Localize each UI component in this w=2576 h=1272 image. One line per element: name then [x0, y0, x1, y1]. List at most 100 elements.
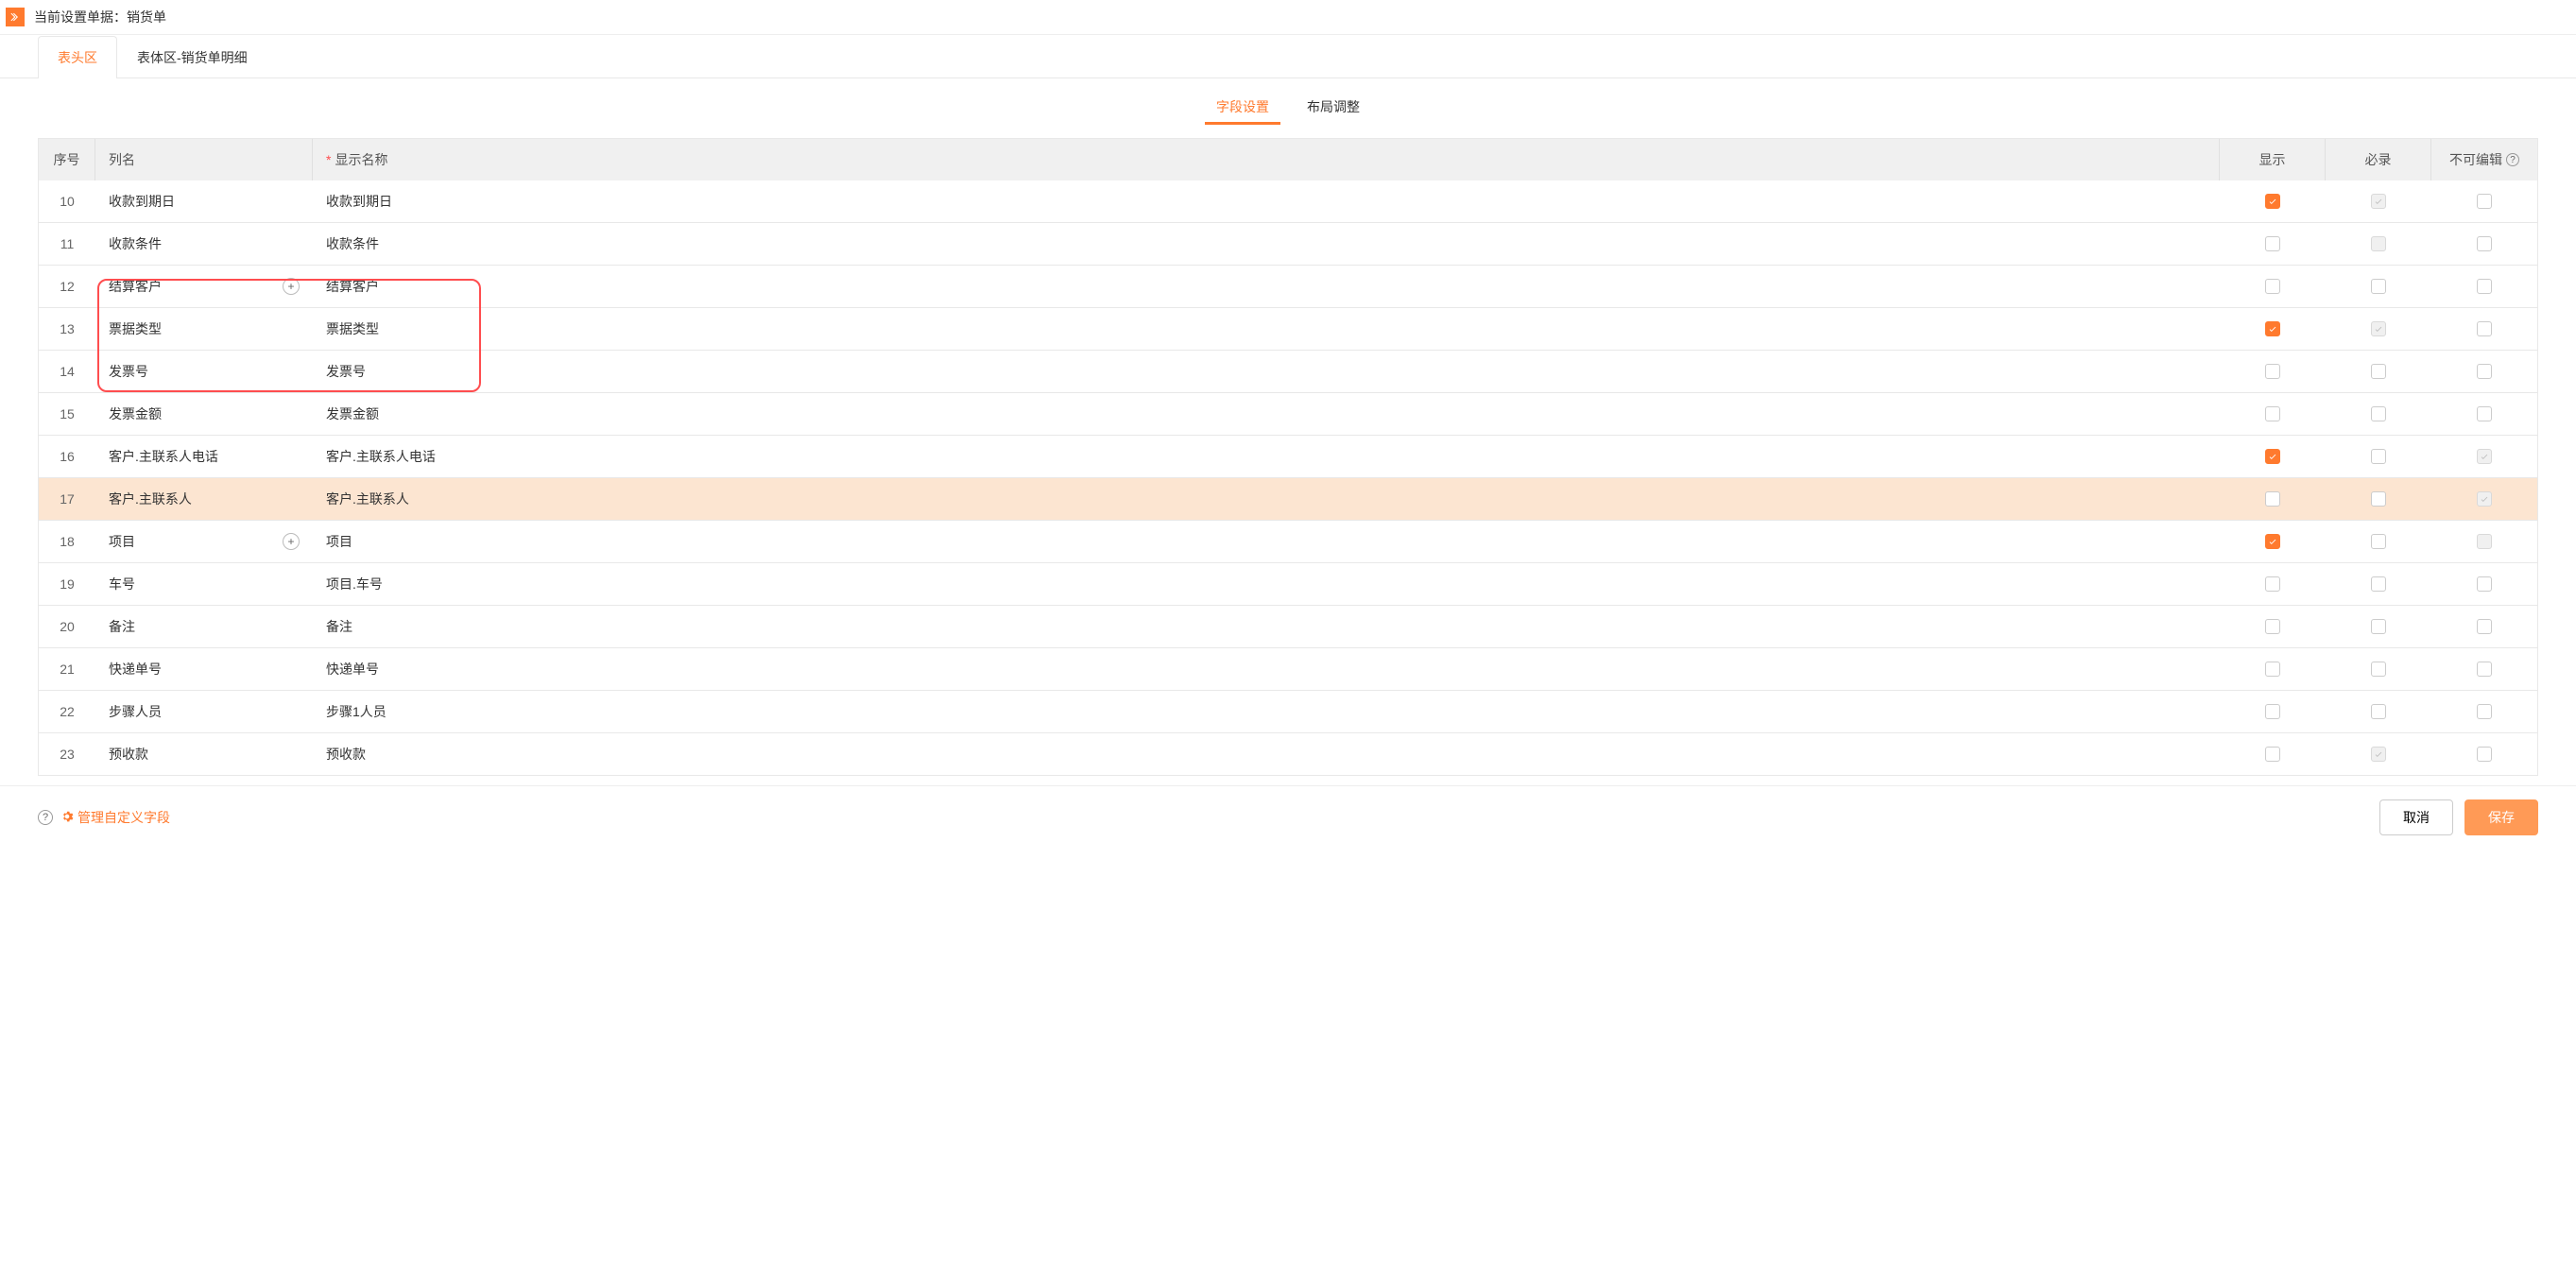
show-checkbox[interactable]	[2265, 321, 2280, 336]
row-required-cell	[2326, 351, 2431, 392]
row-displayname[interactable]: 客户.主联系人	[313, 478, 2220, 520]
row-displayname[interactable]: 备注	[313, 606, 2220, 647]
readonly-checkbox[interactable]	[2477, 236, 2492, 251]
required-checkbox	[2371, 194, 2386, 209]
row-displayname[interactable]: 项目.车号	[313, 563, 2220, 605]
row-displayname[interactable]: 发票金额	[313, 393, 2220, 435]
sub-tab-0[interactable]: 字段设置	[1205, 92, 1280, 125]
show-checkbox[interactable]	[2265, 662, 2280, 677]
row-colname-text: 步骤人员	[109, 702, 162, 721]
table-row[interactable]: 15发票金额发票金额	[39, 393, 2537, 436]
row-readonly-cell	[2431, 606, 2537, 647]
question-icon[interactable]: ?	[38, 810, 53, 825]
required-checkbox[interactable]	[2371, 279, 2386, 294]
row-displayname[interactable]: 收款条件	[313, 223, 2220, 265]
plus-icon[interactable]: +	[283, 533, 300, 550]
row-colname-text: 项目	[109, 532, 135, 551]
table-body: 10收款到期日收款到期日11收款条件收款条件12结算客户+结算客户13票据类型票…	[39, 180, 2537, 775]
readonly-checkbox[interactable]	[2477, 662, 2492, 677]
readonly-checkbox[interactable]	[2477, 406, 2492, 421]
readonly-checkbox[interactable]	[2477, 619, 2492, 634]
show-checkbox[interactable]	[2265, 449, 2280, 464]
header-readonly-label: 不可编辑	[2449, 150, 2502, 169]
header-displayname-label: 显示名称	[335, 152, 387, 167]
sub-tabs: 字段设置布局调整	[0, 78, 2576, 138]
table-row[interactable]: 10收款到期日收款到期日	[39, 180, 2537, 223]
table-row[interactable]: 22 步骤人员 步骤1人员	[39, 691, 2537, 733]
row-required-cell	[2326, 266, 2431, 307]
show-checkbox[interactable]	[2265, 491, 2280, 507]
row-colname-text: 客户.主联系人电话	[109, 447, 218, 466]
required-checkbox[interactable]	[2371, 449, 2386, 464]
row-displayname[interactable]: 客户.主联系人电话	[313, 436, 2220, 477]
row-required-cell	[2326, 223, 2431, 265]
row-required-cell	[2326, 393, 2431, 435]
sub-tab-1[interactable]: 布局调整	[1296, 92, 1371, 125]
show-checkbox[interactable]	[2265, 194, 2280, 209]
readonly-checkbox[interactable]	[2477, 704, 2492, 719]
row-readonly-cell	[2431, 351, 2537, 392]
required-checkbox[interactable]	[2371, 406, 2386, 421]
row-readonly-cell	[2431, 266, 2537, 307]
required-checkbox[interactable]	[2371, 704, 2386, 719]
table-row[interactable]: 13票据类型票据类型	[39, 308, 2537, 351]
required-checkbox[interactable]	[2371, 534, 2386, 549]
table-row[interactable]: 11收款条件收款条件	[39, 223, 2537, 266]
required-checkbox[interactable]	[2371, 364, 2386, 379]
readonly-checkbox[interactable]	[2477, 576, 2492, 592]
row-colname: 发票金额	[95, 393, 313, 435]
table-row[interactable]: 19车号项目.车号	[39, 563, 2537, 606]
readonly-checkbox[interactable]	[2477, 279, 2492, 294]
cancel-button[interactable]: 取消	[2379, 799, 2453, 835]
show-checkbox[interactable]	[2265, 704, 2280, 719]
tab-0[interactable]: 表头区	[38, 36, 117, 78]
plus-icon[interactable]: +	[283, 278, 300, 295]
row-show-cell	[2220, 521, 2326, 562]
table-row[interactable]: 17客户.主联系人客户.主联系人	[39, 478, 2537, 521]
footer-buttons: 取消 保存	[2379, 799, 2538, 835]
row-displayname[interactable]: 发票号	[313, 351, 2220, 392]
readonly-checkbox[interactable]	[2477, 747, 2492, 762]
required-checkbox[interactable]	[2371, 491, 2386, 507]
show-checkbox[interactable]	[2265, 364, 2280, 379]
row-displayname[interactable]: 预收款	[313, 733, 2220, 775]
show-checkbox[interactable]	[2265, 279, 2280, 294]
required-checkbox[interactable]	[2371, 662, 2386, 677]
row-seq: 22	[39, 691, 95, 732]
header-seq: 序号	[39, 139, 95, 180]
row-displayname[interactable]: 快递单号	[313, 648, 2220, 690]
row-displayname[interactable]: 结算客户	[313, 266, 2220, 307]
readonly-checkbox[interactable]	[2477, 364, 2492, 379]
gear-icon	[60, 810, 74, 826]
show-checkbox[interactable]	[2265, 236, 2280, 251]
required-checkbox[interactable]	[2371, 576, 2386, 592]
row-displayname[interactable]: 票据类型	[313, 308, 2220, 350]
required-checkbox[interactable]	[2371, 619, 2386, 634]
table-row[interactable]: 12结算客户+结算客户	[39, 266, 2537, 308]
table-row[interactable]: 14发票号发票号	[39, 351, 2537, 393]
help-icon[interactable]: ?	[2506, 153, 2519, 166]
readonly-checkbox[interactable]	[2477, 321, 2492, 336]
manage-custom-fields-link[interactable]: 管理自定义字段	[60, 808, 170, 827]
table-row[interactable]: 23预收款预收款	[39, 733, 2537, 775]
row-required-cell	[2326, 648, 2431, 690]
table-row[interactable]: 21快递单号快递单号	[39, 648, 2537, 691]
header-colname: 列名	[95, 139, 313, 180]
show-checkbox[interactable]	[2265, 534, 2280, 549]
row-displayname[interactable]: 收款到期日	[313, 180, 2220, 222]
table-row[interactable]: 20备注备注	[39, 606, 2537, 648]
show-checkbox[interactable]	[2265, 406, 2280, 421]
row-displayname[interactable]: 步骤1人员	[313, 691, 2220, 732]
show-checkbox[interactable]	[2265, 747, 2280, 762]
table-row[interactable]: 16客户.主联系人电话客户.主联系人电话	[39, 436, 2537, 478]
save-button[interactable]: 保存	[2464, 799, 2538, 835]
header-show: 显示	[2220, 139, 2326, 180]
row-displayname[interactable]: 项目	[313, 521, 2220, 562]
show-checkbox[interactable]	[2265, 576, 2280, 592]
readonly-checkbox[interactable]	[2477, 194, 2492, 209]
row-required-cell	[2326, 308, 2431, 350]
tab-1[interactable]: 表体区-销货单明细	[117, 36, 267, 78]
collapse-button[interactable]	[6, 8, 25, 26]
show-checkbox[interactable]	[2265, 619, 2280, 634]
table-row[interactable]: 18项目+项目	[39, 521, 2537, 563]
